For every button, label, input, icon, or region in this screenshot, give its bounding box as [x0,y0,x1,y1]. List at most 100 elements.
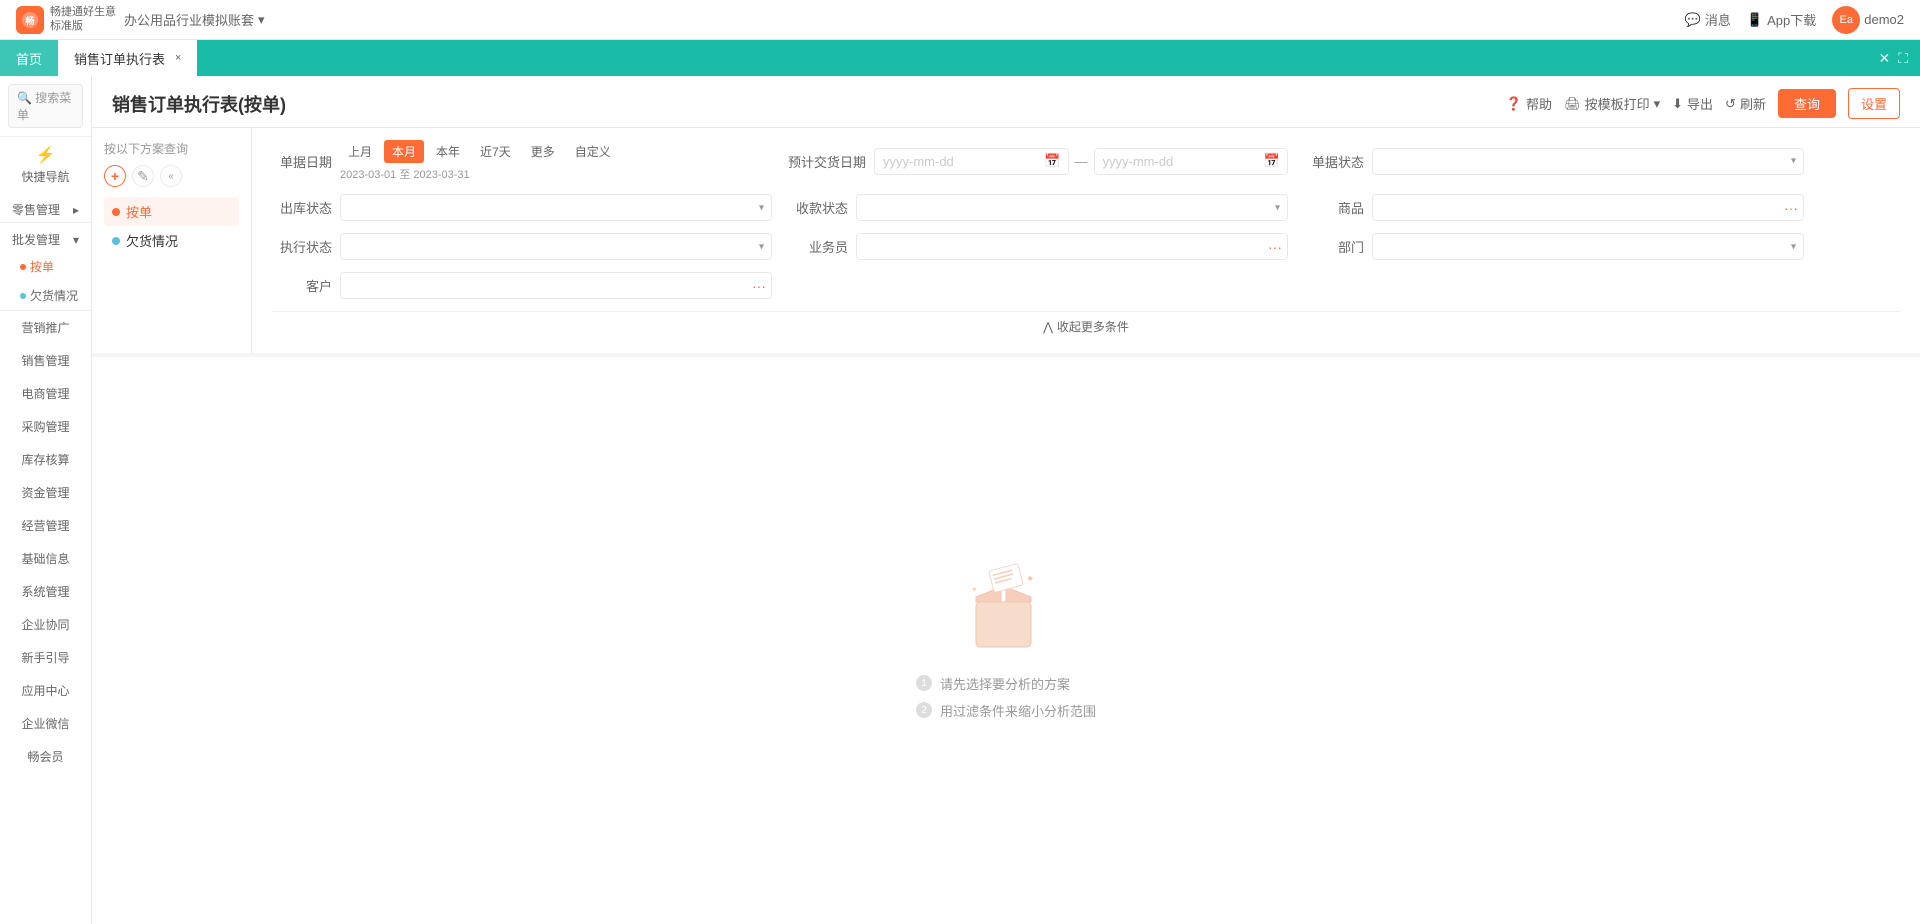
header-app-btn[interactable]: 📱 App下载 [1747,10,1816,29]
sidebar-item-member[interactable]: 畅会员 [0,740,91,773]
sidebar-item-finance[interactable]: 资金管理 [0,476,91,509]
date-separator: — [1075,154,1088,169]
sidebar-item-retail[interactable]: 零售管理 ▸ [0,193,91,222]
filter-edit-plan-btn[interactable]: ✎ [132,165,154,187]
tab-minimize-btn[interactable]: ✕ [1878,50,1890,67]
tab-sales-order[interactable]: 销售订单执行表 × [58,40,197,76]
user-label: demo2 [1864,12,1904,27]
period-this-year-btn[interactable]: 本年 [428,140,468,163]
tab-home[interactable]: 首页 [0,40,58,76]
settings-btn[interactable]: 设置 [1848,88,1900,119]
period-last-month-btn[interactable]: 上月 [340,140,380,163]
query-btn[interactable]: 查询 [1778,89,1836,118]
print-icon: 🖨 [1564,96,1581,112]
app-download-icon: 📱 [1747,12,1763,28]
payment-status-label: 收款状态 [788,198,848,217]
delivery-status-select[interactable] [340,194,772,221]
refresh-btn[interactable]: ↺ 刷新 [1725,94,1766,113]
svg-text:畅: 畅 [25,15,34,26]
sidebar-section-wholesale: 批发管理 ▾ 按单 欠货情况 [0,223,91,311]
app-title-area[interactable]: 办公用品行业模拟账套 ▾ [124,10,265,29]
sidebar-item-wechat[interactable]: 企业微信 [0,707,91,740]
customer-more-btn[interactable]: ··· [752,278,766,294]
sidebar-item-enterprise[interactable]: 企业协同 [0,608,91,641]
sidebar-sub-item-debt[interactable]: 欠货情况 [0,281,91,310]
filter-add-plan-btn[interactable]: + [104,165,126,187]
department-select[interactable] [1372,233,1804,260]
header-user-btn[interactable]: Ea demo2 [1832,6,1904,34]
sidebar-item-ecommerce[interactable]: 电商管理 [0,377,91,410]
tab-close-btn[interactable]: × [175,52,181,64]
plan-item-debt[interactable]: 欠货情况 [104,226,239,255]
date-start-input[interactable] [874,148,1069,175]
step-1-num: 1 [916,675,932,691]
app-dropdown-label: 办公用品行业模拟账套 [124,10,254,29]
sidebar-item-quick-nav[interactable]: ⚡ 快捷导航 [0,137,91,193]
payment-status-select[interactable] [856,194,1288,221]
sidebar: 🔍 搜索菜单 ⚡ 快捷导航 零售管理 ▸ 批发管理 ▾ 按单 欠货情况 [0,76,92,924]
plan-item-order[interactable]: 按单 [104,197,239,226]
customer-label: 客户 [272,276,332,295]
header-msg-btn[interactable]: 💬 消息 [1685,10,1731,29]
period-last7days-btn[interactable]: 近7天 [472,140,519,163]
filter-right-panel: 单据日期 上月 本月 本年 近7天 更多 自定义 2023-03-01 至 20… [252,128,1920,353]
sidebar-item-system[interactable]: 系统管理 [0,575,91,608]
date-start-wrap: 📅 [874,148,1069,175]
department-label: 部门 [1304,237,1364,256]
exec-status-select[interactable] [340,233,772,260]
sidebar-item-purchase[interactable]: 采购管理 [0,410,91,443]
sidebar-item-marketing[interactable]: 营销推广 [0,311,91,344]
filter-field-goods: 商品 ··· [1304,194,1804,221]
single-status-select[interactable] [1372,148,1804,175]
date-end-input[interactable] [1094,148,1289,175]
sidebar-item-basic[interactable]: 基础信息 [0,542,91,575]
sidebar-item-apps[interactable]: 应用中心 [0,674,91,707]
sidebar-item-operations[interactable]: 经营管理 [0,509,91,542]
salesperson-input[interactable] [856,233,1288,260]
collapse-icon: ⋀ [1043,320,1053,334]
wholesale-chevron: ▾ [73,233,79,247]
empty-step-2: 2 用过滤条件来缩小分析范围 [916,701,1096,720]
logo-text: 畅捷通好生意 标准版 [50,6,116,32]
tab-bar-right: ✕ ⛶ [1866,40,1920,76]
filter-row-1: 单据日期 上月 本月 本年 近7天 更多 自定义 2023-03-01 至 20… [272,140,1900,182]
period-custom-btn[interactable]: 自定义 [567,140,619,163]
sidebar-search-btn[interactable]: 🔍 搜索菜单 [8,84,83,128]
goods-input[interactable] [1372,194,1804,221]
sidebar-item-inventory[interactable]: 库存核算 [0,443,91,476]
filter-field-expected-delivery: 预计交货日期 📅 — 📅 [788,148,1288,175]
sidebar-item-wholesale[interactable]: 批发管理 ▾ [0,223,91,252]
retail-chevron: ▸ [73,203,79,217]
print-btn[interactable]: 🖨 按模板打印 ▾ [1564,94,1660,113]
sidebar-sub-item-order-plan[interactable]: 按单 [0,252,91,281]
svg-text:✦: ✦ [1026,574,1034,585]
filter-plan-title: 按以下方案查询 [104,140,239,157]
page-header: 销售订单执行表(按单) ❓ 帮助 🖨 按模板打印 ▾ ⬇ 导出 ↺ 刷新 [92,76,1920,128]
help-btn[interactable]: ❓ 帮助 [1506,94,1552,113]
period-more-btn[interactable]: 更多 [523,140,563,163]
date-range-text: 2023-03-01 至 2023-03-31 [340,166,772,182]
print-dropdown-icon: ▾ [1654,96,1661,112]
collapse-filter-btn[interactable]: ⋀ 收起更多条件 [272,311,1900,341]
top-header: 畅 畅捷通好生意 标准版 办公用品行业模拟账套 ▾ 💬 消息 📱 App下载 E… [0,0,1920,40]
help-icon: ❓ [1506,96,1522,112]
sidebar-item-sales-mgmt[interactable]: 销售管理 [0,344,91,377]
filter-row-3: 执行状态 ▾ 业务员 ··· 部门 [272,233,1900,260]
export-btn[interactable]: ⬇ 导出 [1672,94,1713,113]
single-status-label: 单据状态 [1304,152,1364,171]
filter-left-panel: 按以下方案查询 + ✎ « 按单 欠货情况 [92,128,252,353]
period-this-month-btn[interactable]: 本月 [384,140,424,163]
filter-field-single-status: 单据状态 ▾ [1304,148,1804,175]
filter-field-salesperson: 业务员 ··· [788,233,1288,260]
filter-row-4: 客户 ··· [272,272,1900,299]
filter-collapse-plan-btn[interactable]: « [160,165,182,187]
app-dropdown-chevron[interactable]: ▾ [258,12,265,28]
goods-more-btn[interactable]: ··· [1784,200,1798,216]
main-layout: 🔍 搜索菜单 ⚡ 快捷导航 零售管理 ▸ 批发管理 ▾ 按单 欠货情况 [0,76,1920,924]
empty-step-1: 1 请先选择要分析的方案 [916,674,1096,693]
customer-input[interactable] [340,272,772,299]
sidebar-item-newbie[interactable]: 新手引导 [0,641,91,674]
tab-expand-btn[interactable]: ⛶ [1898,50,1908,67]
salesperson-more-btn[interactable]: ··· [1268,239,1282,255]
logo-area: 畅 畅捷通好生意 标准版 [16,6,116,34]
